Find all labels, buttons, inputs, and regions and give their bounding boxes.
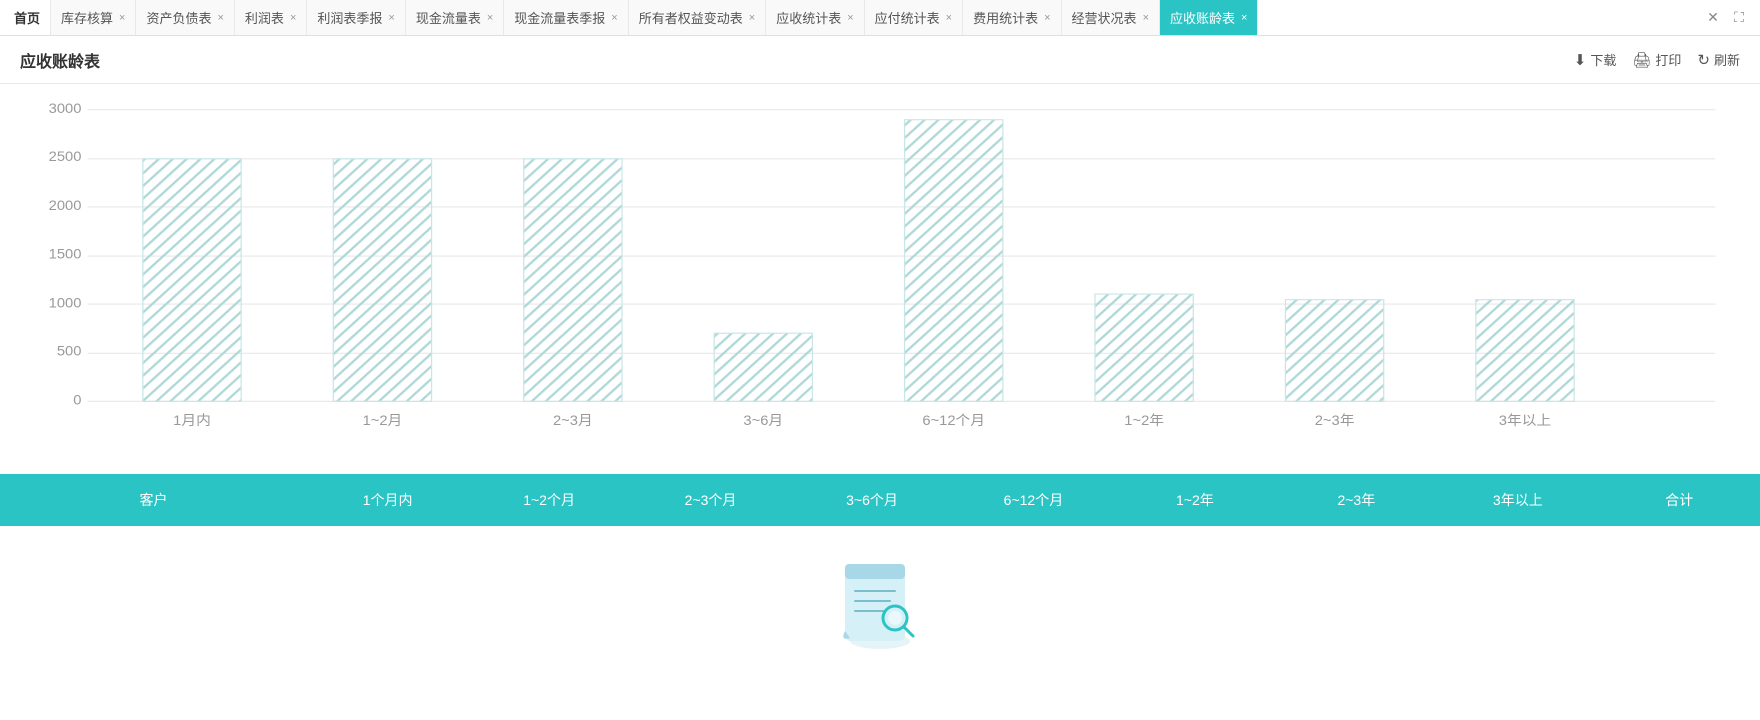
bar-3-6月 xyxy=(714,333,812,401)
tab-profit-quarterly[interactable]: 利润表季报 × xyxy=(307,0,405,36)
svg-text:3000: 3000 xyxy=(49,101,82,116)
col-3year-plus: 3年以上 xyxy=(1437,490,1598,510)
tab-bar: 首页 库存核算 × 资产负债表 × 利润表 × 利润表季报 × 现金流量表 × … xyxy=(0,0,1760,36)
svg-text:2000: 2000 xyxy=(49,198,82,213)
download-label: 下载 xyxy=(1590,50,1616,69)
empty-state xyxy=(0,526,1760,720)
refresh-button[interactable]: ↻ 刷新 xyxy=(1697,50,1740,69)
tab-equity[interactable]: 所有者权益变动表 × xyxy=(629,0,766,36)
page-header: 应收账龄表 ⬇ 下载 🖨 打印 ↻ 刷新 xyxy=(0,36,1760,84)
refresh-label: 刷新 xyxy=(1714,50,1740,69)
col-customer: 客户 xyxy=(0,490,307,510)
svg-text:6~12个月: 6~12个月 xyxy=(922,412,985,427)
svg-text:500: 500 xyxy=(57,343,82,358)
col-6-12month: 6~12个月 xyxy=(953,490,1114,510)
tab-inventory-label: 库存核算 xyxy=(61,8,113,27)
tab-profit-quarterly-close[interactable]: × xyxy=(388,12,394,24)
col-1month: 1个月内 xyxy=(307,490,468,510)
col-total: 合计 xyxy=(1599,490,1760,510)
header-actions: ⬇ 下载 🖨 打印 ↻ 刷新 xyxy=(1574,50,1740,69)
svg-text:1~2年: 1~2年 xyxy=(1124,412,1164,427)
tab-operation[interactable]: 经营状况表 × xyxy=(1062,0,1160,36)
main-content: 0 500 1000 1500 2000 2500 3000 xyxy=(0,84,1760,720)
tab-profit-close[interactable]: × xyxy=(290,12,296,24)
tab-expense-stat-close[interactable]: × xyxy=(1044,12,1050,24)
col-2-3year: 2~3年 xyxy=(1276,490,1437,510)
svg-text:3~6月: 3~6月 xyxy=(743,412,783,427)
empty-illustration xyxy=(825,546,935,656)
tab-cashflow-close[interactable]: × xyxy=(487,12,493,24)
page-title: 应收账龄表 xyxy=(20,48,100,72)
tab-cashflow-quarterly-label: 现金流量表季报 xyxy=(514,8,605,27)
window-close-btn[interactable]: ✕ xyxy=(1704,9,1722,27)
tab-ar-stat-close[interactable]: × xyxy=(847,12,853,24)
download-icon: ⬇ xyxy=(1574,51,1587,69)
svg-text:1~2月: 1~2月 xyxy=(363,412,403,427)
window-maximize-btn[interactable]: ⛶ xyxy=(1730,9,1748,27)
svg-text:2~3月: 2~3月 xyxy=(553,412,593,427)
tab-cashflow[interactable]: 现金流量表 × xyxy=(406,0,504,36)
tab-cashflow-quarterly-close[interactable]: × xyxy=(611,12,617,24)
bar-6-12月 xyxy=(905,120,1003,402)
tab-home-label: 首页 xyxy=(14,8,40,27)
svg-text:2~3年: 2~3年 xyxy=(1315,412,1355,427)
tab-equity-label: 所有者权益变动表 xyxy=(639,8,743,27)
download-button[interactable]: ⬇ 下载 xyxy=(1574,50,1617,69)
tab-cashflow-quarterly[interactable]: 现金流量表季报 × xyxy=(504,0,628,36)
svg-text:0: 0 xyxy=(73,392,81,407)
tab-ar-aging-label: 应收账龄表 xyxy=(1170,8,1235,27)
tab-expense-stat-label: 费用统计表 xyxy=(973,8,1038,27)
col-1-2year: 1~2年 xyxy=(1114,490,1275,510)
tab-operation-label: 经营状况表 xyxy=(1072,8,1137,27)
bar-3年以上 xyxy=(1476,300,1574,402)
tab-balance-close[interactable]: × xyxy=(217,12,223,24)
bar-2-3年 xyxy=(1285,300,1383,402)
tab-ar-stat-label: 应收统计表 xyxy=(776,8,841,27)
tab-profit-quarterly-label: 利润表季报 xyxy=(317,8,382,27)
col-1-2month: 1~2个月 xyxy=(468,490,629,510)
print-button[interactable]: 🖨 打印 xyxy=(1632,50,1681,69)
tab-inventory-close[interactable]: × xyxy=(119,12,125,24)
window-controls: ✕ ⛶ xyxy=(1704,9,1756,27)
tab-ar-aging-close[interactable]: × xyxy=(1241,12,1247,24)
bar-1-2月 xyxy=(333,159,431,402)
tab-inventory[interactable]: 库存核算 × xyxy=(51,0,136,36)
tab-ar-stat[interactable]: 应收统计表 × xyxy=(766,0,864,36)
tab-ar-aging[interactable]: 应收账龄表 × xyxy=(1160,0,1258,36)
tab-balance[interactable]: 资产负债表 × xyxy=(136,0,234,36)
bar-1-2年 xyxy=(1095,294,1193,401)
svg-text:3年以上: 3年以上 xyxy=(1499,412,1551,427)
print-icon: 🖨 xyxy=(1632,51,1651,69)
bar-2-3月 xyxy=(524,159,622,402)
print-label: 打印 xyxy=(1655,50,1681,69)
svg-text:1000: 1000 xyxy=(49,295,82,310)
bar-1月内 xyxy=(143,159,241,402)
tab-ap-stat[interactable]: 应付统计表 × xyxy=(865,0,963,36)
col-3-6month: 3~6个月 xyxy=(791,490,952,510)
tab-equity-close[interactable]: × xyxy=(749,12,755,24)
tab-cashflow-label: 现金流量表 xyxy=(416,8,481,27)
tab-balance-label: 资产负债表 xyxy=(146,8,211,27)
tab-ap-stat-label: 应付统计表 xyxy=(875,8,940,27)
table-header: 客户 1个月内 1~2个月 2~3个月 3~6个月 6~12个月 1~2年 2~… xyxy=(0,474,1760,526)
chart-svg: 0 500 1000 1500 2000 2500 3000 xyxy=(20,94,1740,474)
tab-operation-close[interactable]: × xyxy=(1143,12,1149,24)
tab-home[interactable]: 首页 xyxy=(4,0,51,36)
tab-expense-stat[interactable]: 费用统计表 × xyxy=(963,0,1061,36)
tab-ap-stat-close[interactable]: × xyxy=(946,12,952,24)
tab-profit[interactable]: 利润表 × xyxy=(235,0,307,36)
tab-profit-label: 利润表 xyxy=(245,8,284,27)
svg-text:1500: 1500 xyxy=(49,246,82,261)
svg-text:1月内: 1月内 xyxy=(173,412,211,427)
col-2-3month: 2~3个月 xyxy=(630,490,791,510)
refresh-icon: ↻ xyxy=(1697,51,1710,69)
svg-text:2500: 2500 xyxy=(49,149,82,164)
chart-area: 0 500 1000 1500 2000 2500 3000 xyxy=(0,84,1760,474)
